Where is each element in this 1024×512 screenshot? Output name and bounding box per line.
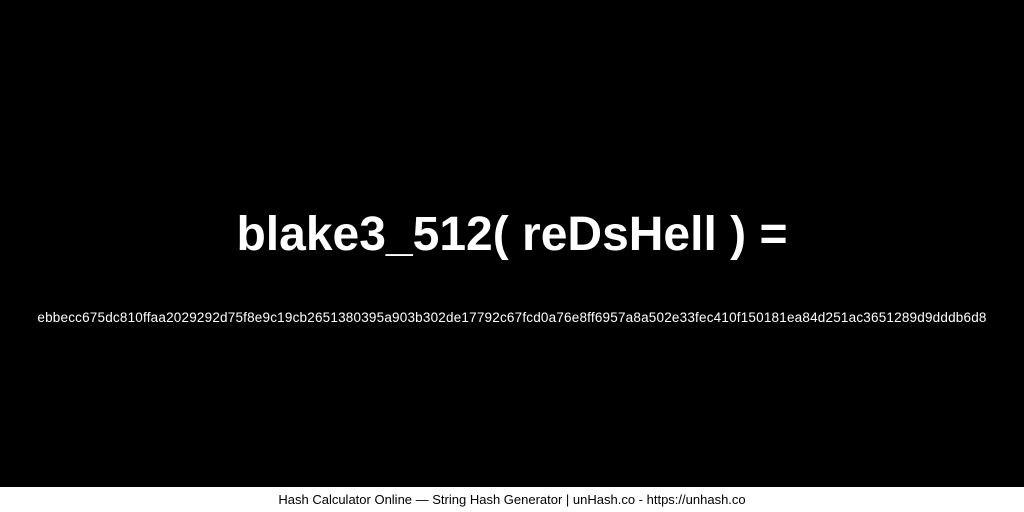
footer-text: Hash Calculator Online — String Hash Gen… (278, 492, 745, 507)
hash-expression-title: blake3_512( reDsHell ) = (236, 207, 787, 262)
main-content: blake3_512( reDsHell ) = ebbecc675dc810f… (37, 207, 986, 325)
hash-output-value: ebbecc675dc810ffaa2029292d75f8e9c19cb265… (37, 310, 986, 325)
footer-bar: Hash Calculator Online — String Hash Gen… (0, 487, 1024, 512)
